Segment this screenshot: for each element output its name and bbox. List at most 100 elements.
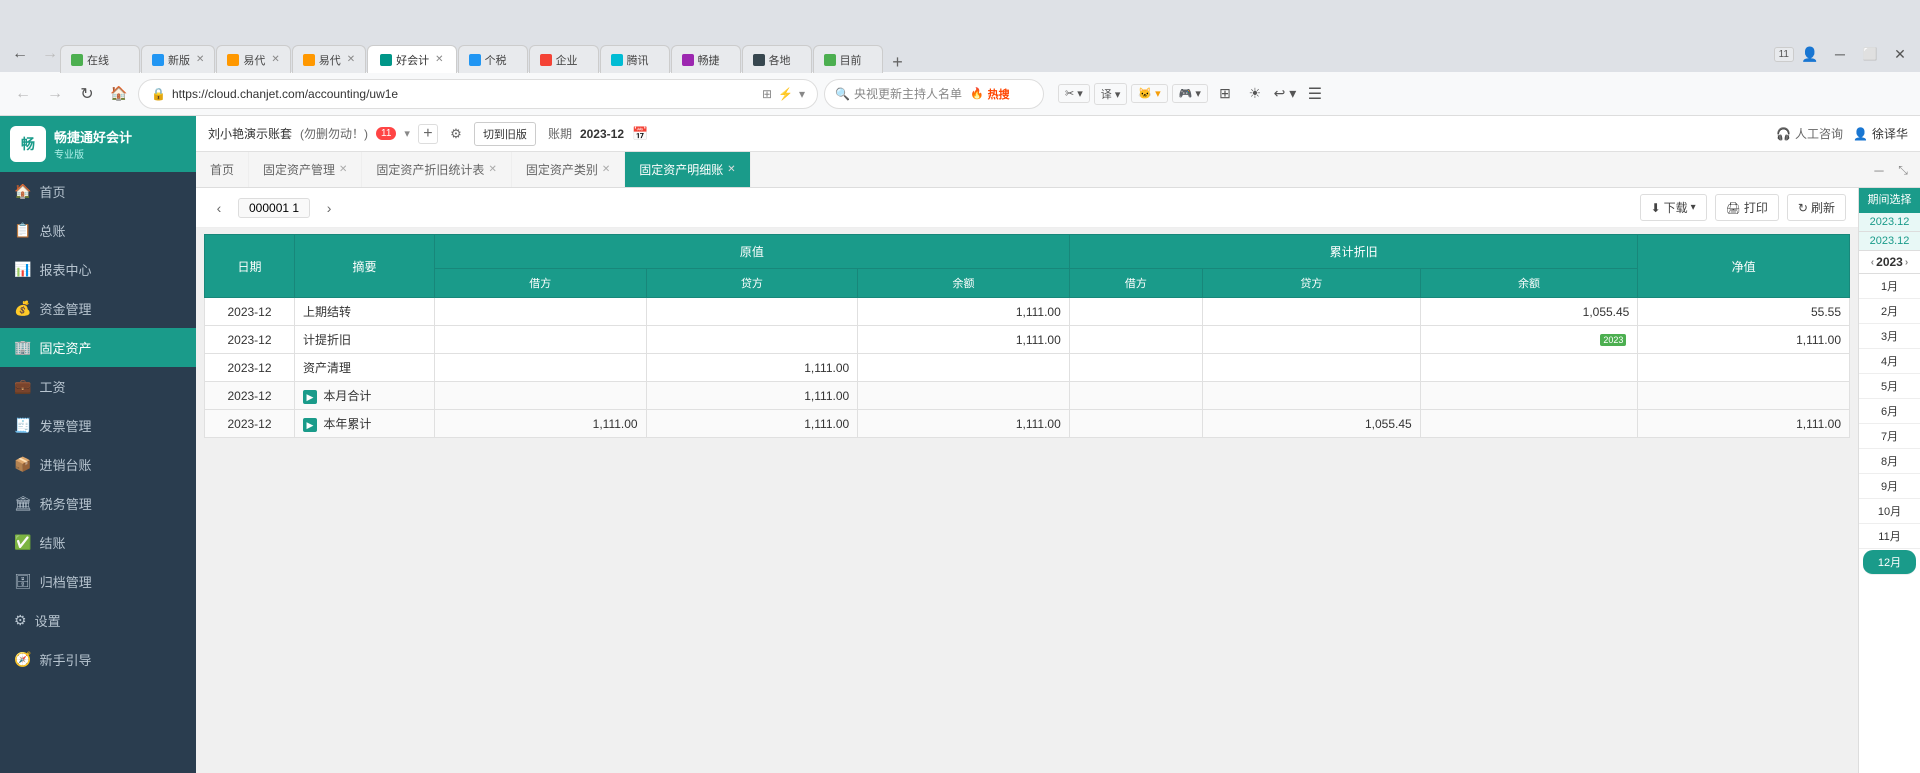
tab-depreciation-stats[interactable]: 固定资产折旧统计表 ✕ (362, 152, 511, 187)
sidebar-item-report[interactable]: 📊 报表中心 (0, 250, 196, 289)
new-tab-button[interactable]: + (884, 48, 912, 76)
settings-gear-icon[interactable]: ⚙ (446, 124, 466, 144)
tab-fixed-assets-detail[interactable]: 固定资产明细账 ✕ (625, 152, 750, 187)
period-month-7[interactable]: 7月 (1859, 424, 1920, 449)
tab-yidai-2[interactable]: 易代 ✕ (292, 45, 366, 73)
next-page-button[interactable]: › (318, 197, 340, 219)
tab-close-icon[interactable]: ✕ (271, 54, 279, 65)
tab-haokuaiji[interactable]: 好会计 ✕ (367, 45, 456, 73)
calendar-icon[interactable]: 📅 (632, 126, 648, 142)
fullscreen-panel-button[interactable]: ⤡ (1892, 159, 1914, 181)
minimize-button[interactable]: ─ (1826, 40, 1854, 68)
add-account-button[interactable]: + (418, 124, 438, 144)
sidebar-label: 资金管理 (39, 299, 91, 318)
tab-fixed-assets-mgmt[interactable]: 固定资产管理 ✕ (249, 152, 362, 187)
tab-close-icon[interactable]: ✕ (196, 54, 204, 65)
period-month-11[interactable]: 11月 (1859, 524, 1920, 549)
period-month-12[interactable]: 12月 (1863, 550, 1916, 575)
summary-text: 本年累计 (323, 417, 371, 431)
chevron-left-icon[interactable]: ‹ (1871, 257, 1874, 268)
minimize-panel-button[interactable]: ─ (1868, 159, 1890, 181)
tab-close-icon[interactable]: ✕ (488, 164, 496, 175)
username-header: 徐译华 (1872, 125, 1908, 142)
reload-nav-button[interactable]: ↻ (74, 81, 100, 107)
sidebar-item-settlement[interactable]: ✅ 结账 (0, 523, 196, 562)
period-month-6[interactable]: 6月 (1859, 399, 1920, 424)
tab-qiye[interactable]: 企业 (529, 45, 599, 73)
close-browser-button[interactable]: ✕ (1886, 40, 1914, 68)
cell-acc-balance (1420, 354, 1638, 382)
sun-btn[interactable]: ☀ (1242, 81, 1268, 107)
tab-close-icon[interactable]: ✕ (602, 164, 610, 175)
table-row: 2023-12 上期结转 1,111.00 1,055.45 55.55 (205, 298, 1850, 326)
tab-close-icon[interactable]: ✕ (435, 54, 443, 65)
period-selector-panel: 期间选择 2023.12 2023.12 ‹ 2023 › 1月 2月 3月 4… (1858, 188, 1920, 773)
wallet-btn[interactable]: 🐱 ▾ (1131, 84, 1167, 103)
back-button[interactable]: ← (6, 40, 34, 68)
sidebar-item-ledger[interactable]: 📋 总账 (0, 211, 196, 250)
sidebar-item-invoice[interactable]: 🧾 发票管理 (0, 406, 196, 445)
sidebar-item-home[interactable]: 🏠 首页 (0, 172, 196, 211)
print-button[interactable]: 🖨 打印 (1715, 194, 1779, 221)
period-year[interactable]: ‹ 2023 › (1859, 251, 1920, 274)
tab-muqian[interactable]: 目前 (813, 45, 883, 73)
sidebar-item-archive[interactable]: 🗄 归档管理 (0, 562, 196, 601)
user-profile-button[interactable]: 👤 徐译华 (1853, 125, 1908, 142)
prev-page-button[interactable]: ‹ (208, 197, 230, 219)
tab-changjie[interactable]: 畅捷 (671, 45, 741, 73)
sidebar-item-guide[interactable]: 🧭 新手引导 (0, 640, 196, 679)
refresh-button[interactable]: ↻ 刷新 (1787, 194, 1846, 221)
profile-button[interactable]: 👤 (1796, 40, 1824, 68)
switch-version-button[interactable]: 切到旧版 (474, 122, 536, 146)
chevron-down-icon[interactable]: ▾ (799, 87, 805, 101)
download-button[interactable]: ⬇ 下载 ▾ (1640, 194, 1707, 221)
menu-btn[interactable]: ☰ (1302, 81, 1328, 107)
tab-yidai-1[interactable]: 易代 ✕ (216, 45, 290, 73)
sub-header-acc-debit: 借方 (1069, 269, 1202, 298)
tab-geshui[interactable]: 个税 (458, 45, 528, 73)
period-month-2[interactable]: 2月 (1859, 299, 1920, 324)
sidebar-item-fixed-assets[interactable]: 🏢 固定资产 (0, 328, 196, 367)
period-month-3[interactable]: 3月 (1859, 324, 1920, 349)
tab-close-icon[interactable]: ✕ (347, 54, 355, 65)
cell-acc-debit (1069, 298, 1202, 326)
sidebar-item-stock[interactable]: 📦 进销台账 (0, 445, 196, 484)
period-month-4[interactable]: 4月 (1859, 349, 1920, 374)
sidebar-item-tax[interactable]: 🏛 税务管理 (0, 484, 196, 523)
tab-home[interactable]: 首页 (196, 152, 249, 187)
period-month-10[interactable]: 10月 (1859, 499, 1920, 524)
tab-label: 个税 (485, 52, 507, 68)
header-accumulated-depreciation: 累计折旧 (1069, 235, 1638, 269)
guide-icon: 🧭 (14, 651, 31, 668)
maximize-button[interactable]: ⬜ (1856, 40, 1884, 68)
search-bar[interactable]: 🔍 央视更新主持人名单 🔥 热搜 (824, 79, 1044, 109)
period-month-5[interactable]: 5月 (1859, 374, 1920, 399)
undo-btn[interactable]: ↩ ▾ (1272, 81, 1298, 107)
sidebar-item-funds[interactable]: 💰 资金管理 (0, 289, 196, 328)
sidebar-item-settings[interactable]: ⚙ 设置 (0, 601, 196, 640)
forward-nav-button[interactable]: → (42, 81, 68, 107)
scissors-btn[interactable]: ✂ ▾ (1058, 84, 1090, 103)
translate-btn[interactable]: 译 ▾ (1094, 83, 1128, 105)
back-nav-button[interactable]: ← (10, 81, 36, 107)
sidebar-item-salary[interactable]: 💼 工资 (0, 367, 196, 406)
tab-xinban[interactable]: 新版 ✕ (141, 45, 215, 73)
tab-close-icon[interactable]: ✕ (727, 164, 735, 175)
dropdown-arrow-icon[interactable]: ▾ (404, 127, 410, 140)
grid-btn[interactable]: ⊞ (1212, 81, 1238, 107)
notification-badge: 11 (376, 127, 396, 140)
tab-gedi[interactable]: 各地 (742, 45, 812, 73)
period-month-9[interactable]: 9月 (1859, 474, 1920, 499)
home-nav-button[interactable]: 🏠 (106, 81, 132, 107)
tab-tengxun[interactable]: 腾讯 (600, 45, 670, 73)
service-button[interactable]: 🎧 人工咨询 (1776, 125, 1843, 142)
address-bar[interactable]: 🔒 https://cloud.chanjet.com/accounting/u… (138, 79, 818, 109)
period-month-8[interactable]: 8月 (1859, 449, 1920, 474)
period-month-1[interactable]: 1月 (1859, 274, 1920, 299)
game-btn[interactable]: 🎮 ▾ (1172, 84, 1208, 103)
tab-fixed-assets-category[interactable]: 固定资产类别 ✕ (512, 152, 625, 187)
chevron-right-icon[interactable]: › (1905, 257, 1908, 268)
tab-close-icon[interactable]: ✕ (339, 164, 347, 175)
sidebar-label: 固定资产 (39, 338, 91, 357)
tab-zaixin[interactable]: 在线 (60, 45, 140, 73)
